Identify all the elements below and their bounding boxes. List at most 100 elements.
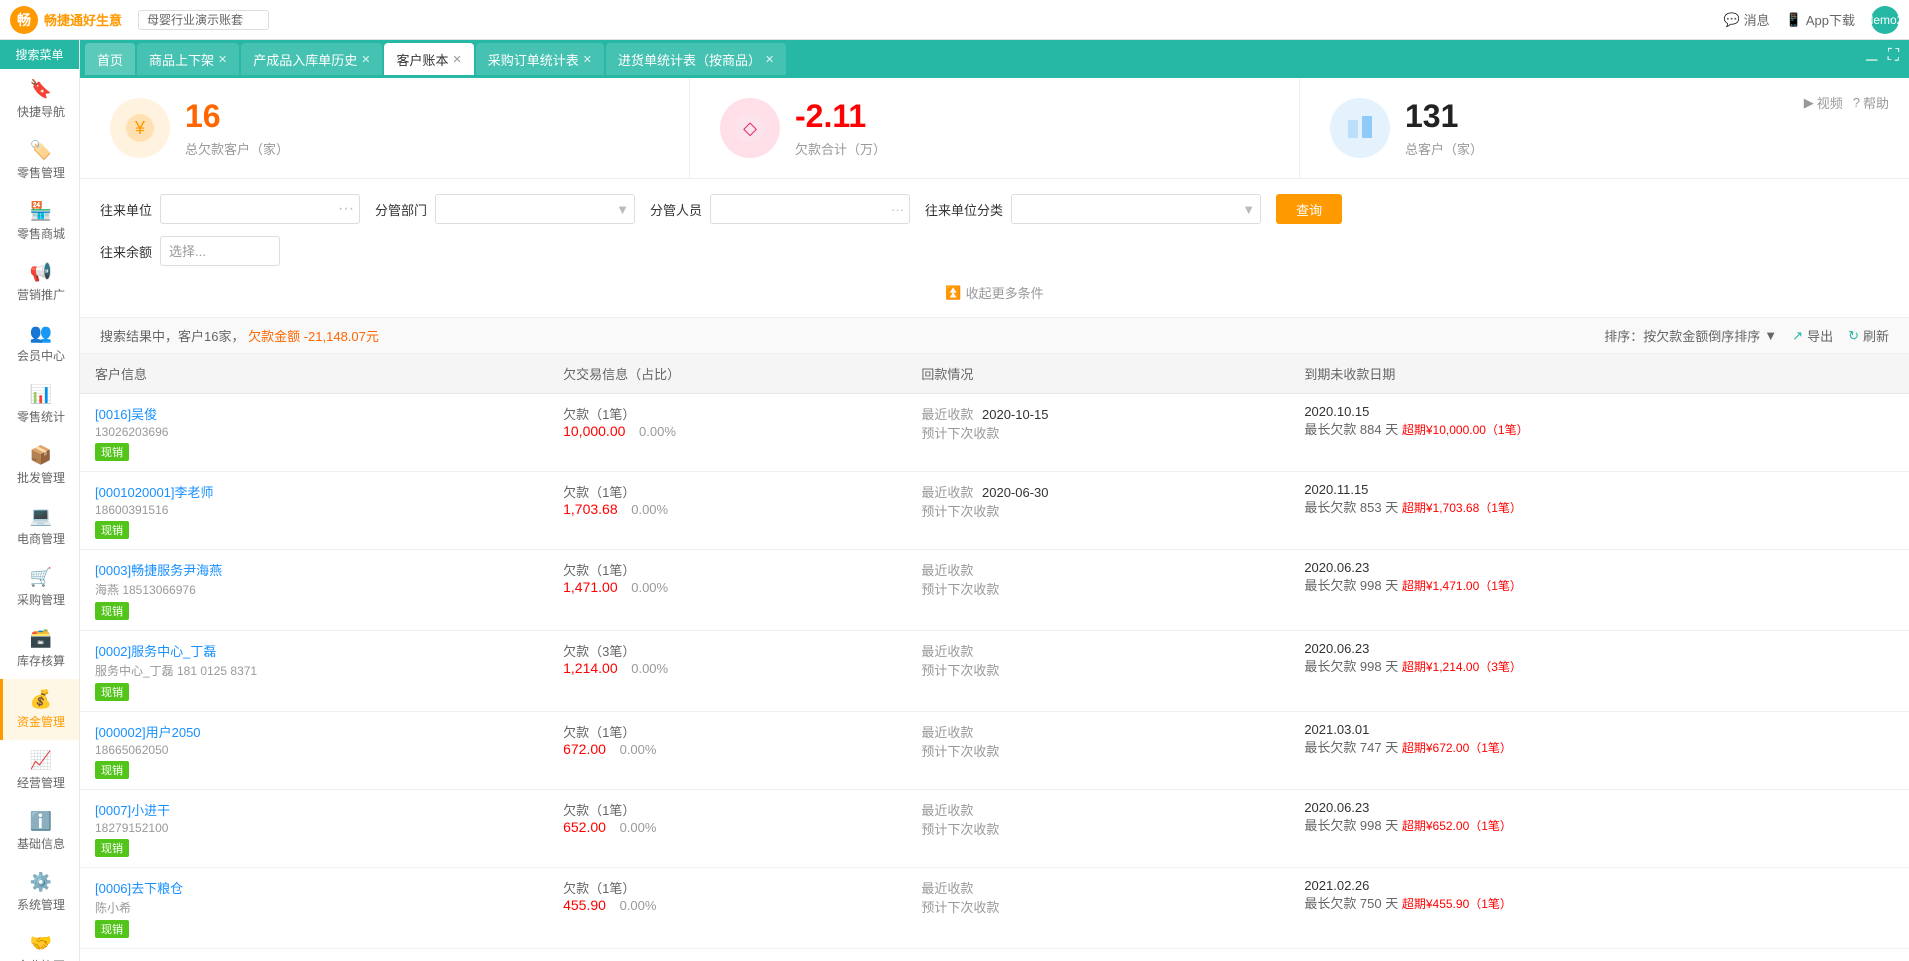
table-row: [0001020001]李老师 18600391516 现销 欠款（1笔） 1,… bbox=[80, 472, 1909, 550]
overdue-link-6[interactable]: 超期¥455.90（1笔） bbox=[1402, 897, 1512, 911]
next-pay-3: 预计下次收款 bbox=[921, 660, 1274, 679]
maximize-icon[interactable]: ⛶ bbox=[1888, 47, 1899, 71]
debt-amount-1[interactable]: 1,703.68 bbox=[563, 501, 618, 517]
tab-close-purchase[interactable]: ✕ bbox=[583, 53, 592, 66]
tab-import[interactable]: 进货单统计表（按商品） ✕ bbox=[606, 43, 786, 75]
tab-production[interactable]: 产成品入库单历史 ✕ bbox=[241, 43, 382, 75]
debt-amount-0[interactable]: 10,000.00 bbox=[563, 423, 625, 439]
tab-account[interactable]: 客户账本 ✕ bbox=[384, 43, 473, 75]
customer-name-3[interactable]: [0002]服务中心_丁磊 bbox=[95, 641, 533, 660]
minimize-icon[interactable]: － bbox=[1864, 47, 1880, 71]
tab-close-products[interactable]: ✕ bbox=[218, 53, 227, 66]
cell-payment-0: 最近收款 2020-10-15 预计下次收款 bbox=[906, 394, 1289, 472]
sidebar-item-retail-mgmt[interactable]: 🏷️ 零售管理 bbox=[0, 130, 79, 191]
customer-name-1[interactable]: [0001020001]李老师 bbox=[95, 482, 533, 501]
sidebar-item-ecommerce[interactable]: 💻 电商管理 bbox=[0, 496, 79, 557]
sidebar-item-batch-mgmt[interactable]: 📦 批发管理 bbox=[0, 435, 79, 496]
sidebar-item-inventory[interactable]: 🗃️ 库存核算 bbox=[0, 618, 79, 679]
customer-tag-1: 现销 bbox=[95, 521, 129, 539]
sidebar-item-enterprise[interactable]: 🤝 企业协同 bbox=[0, 923, 79, 961]
overdue-link-5[interactable]: 超期¥652.00（1笔） bbox=[1402, 819, 1512, 833]
filter-vendor-dots[interactable]: ··· bbox=[338, 200, 354, 218]
debt-count-3: 欠款（3笔） bbox=[563, 641, 891, 660]
sort-label[interactable]: 排序：按欠款金额倒序排序 ▼ bbox=[1604, 326, 1777, 345]
debt-percent-3: 0.00% bbox=[631, 661, 668, 676]
export-btn[interactable]: ↗ 导出 bbox=[1792, 326, 1833, 345]
phone-icon: 📱 bbox=[1786, 12, 1802, 28]
customer-tag-5: 现销 bbox=[95, 839, 129, 857]
debt-amount-6[interactable]: 455.90 bbox=[563, 897, 606, 913]
debt-amount-row-5: 652.00 0.00% bbox=[563, 819, 891, 835]
filter-vendor-input[interactable] bbox=[160, 194, 360, 224]
tab-close-production[interactable]: ✕ bbox=[361, 53, 370, 66]
table-row: [000001]黄思源 13552700226 现销 欠款（1笔） 429.00… bbox=[80, 949, 1909, 961]
refresh-btn[interactable]: ↻ 刷新 bbox=[1848, 326, 1889, 345]
logo-area: 畅 畅捷通好生意 母婴行业演示账套 bbox=[10, 6, 269, 34]
customer-name-4[interactable]: [000002]用户2050 bbox=[95, 722, 533, 741]
customer-name-5[interactable]: [0007]小进干 bbox=[95, 800, 533, 819]
cell-customer-6: [0006]去下粮仓 陈小希 现销 bbox=[80, 868, 548, 949]
overdue-link-4[interactable]: 超期¥672.00（1笔） bbox=[1402, 741, 1512, 755]
tab-purchase[interactable]: 采购订单统计表 ✕ bbox=[476, 43, 604, 75]
sidebar-item-finance[interactable]: 💰 资金管理 bbox=[0, 679, 79, 740]
next-pay-0: 预计下次收款 bbox=[921, 423, 1274, 442]
tab-close-import[interactable]: ✕ bbox=[765, 53, 774, 66]
summary-info-1: 16 总欠款客户（家） bbox=[185, 98, 289, 158]
sidebar-item-quick-nav[interactable]: 🔖 快捷导航 bbox=[0, 69, 79, 130]
filter-dept-input[interactable] bbox=[435, 194, 635, 224]
overdue-link-1[interactable]: 超期¥1,703.68（1笔） bbox=[1402, 501, 1522, 515]
sidebar-item-member[interactable]: 👥 会员中心 bbox=[0, 313, 79, 374]
search-menu[interactable]: 搜索菜单 bbox=[0, 40, 79, 69]
cell-debt-5: 欠款（1笔） 652.00 0.00% bbox=[548, 790, 906, 868]
debt-amount-5[interactable]: 652.00 bbox=[563, 819, 606, 835]
logo-icon: 畅 bbox=[10, 6, 38, 34]
table-row: [000002]用户2050 18665062050 现销 欠款（1笔） 672… bbox=[80, 712, 1909, 790]
sidebar-item-purchase[interactable]: 🛒 采购管理 bbox=[0, 557, 79, 618]
message-btn[interactable]: 💬 消息 bbox=[1723, 10, 1769, 29]
cell-due-2: 2020.06.23 最长欠款 998 天 超期¥1,471.00（1笔） bbox=[1289, 550, 1909, 631]
overdue-link-2[interactable]: 超期¥1,471.00（1笔） bbox=[1402, 579, 1522, 593]
sidebar-item-system[interactable]: ⚙️ 系统管理 bbox=[0, 862, 79, 923]
cell-customer-7: [000001]黄思源 13552700226 现销 bbox=[80, 949, 548, 961]
debt-count-1: 欠款（1笔） bbox=[563, 482, 891, 501]
debt-percent-5: 0.00% bbox=[620, 820, 657, 835]
debt-amount-3[interactable]: 1,214.00 bbox=[563, 660, 618, 676]
customer-name-6[interactable]: [0006]去下粮仓 bbox=[95, 878, 533, 897]
due-date-4: 2021.03.01 bbox=[1304, 722, 1894, 737]
tab-products[interactable]: 商品上下架 ✕ bbox=[137, 43, 239, 75]
debt-amount-4[interactable]: 672.00 bbox=[563, 741, 606, 757]
bookmark-icon: 🔖 bbox=[30, 79, 52, 100]
tabs-right: － ⛶ bbox=[1864, 47, 1904, 71]
avatar[interactable]: demo2 bbox=[1871, 6, 1899, 34]
debt-count-2: 欠款（1笔） bbox=[563, 560, 891, 579]
customer-name-2[interactable]: [0003]畅捷服务尹海燕 bbox=[95, 560, 533, 579]
query-button[interactable]: 查询 bbox=[1276, 194, 1342, 224]
overdue-link-3[interactable]: 超期¥1,214.00（3笔） bbox=[1402, 660, 1522, 674]
customer-name-0[interactable]: [0016]吴俊 bbox=[95, 404, 533, 423]
collapse-button[interactable]: ⏫ 收起更多条件 bbox=[100, 278, 1889, 312]
sidebar-item-operations[interactable]: 📈 经营管理 bbox=[0, 740, 79, 801]
app-download-btn[interactable]: 📱 App下载 bbox=[1786, 10, 1855, 29]
filter-person-input[interactable] bbox=[710, 194, 910, 224]
next-pay-5: 预计下次收款 bbox=[921, 819, 1274, 838]
sidebar-item-retail-mall[interactable]: 🏪 零售商城 bbox=[0, 191, 79, 252]
cell-payment-3: 最近收款 预计下次收款 bbox=[906, 631, 1289, 712]
mall-icon: 🏪 bbox=[30, 201, 52, 222]
debt-total-num: -2.11 bbox=[795, 98, 886, 135]
debt-total-label: 欠款合计（万） bbox=[795, 139, 886, 158]
overdue-link-0[interactable]: 超期¥10,000.00（1笔） bbox=[1402, 423, 1529, 437]
help-btn[interactable]: ? 帮助 bbox=[1853, 93, 1889, 112]
cell-payment-1: 最近收款 2020-06-30 预计下次收款 bbox=[906, 472, 1289, 550]
filter-balance-select[interactable]: 选择... bbox=[160, 236, 280, 266]
video-btn[interactable]: ▶ 视频 bbox=[1804, 93, 1843, 112]
tab-close-account[interactable]: ✕ bbox=[453, 53, 462, 66]
tab-home[interactable]: 首页 bbox=[85, 43, 135, 75]
sidebar-item-basic-info[interactable]: ℹ️ 基础信息 bbox=[0, 801, 79, 862]
person-dots[interactable]: ··· bbox=[891, 202, 904, 217]
sidebar-item-marketing[interactable]: 📢 营销推广 bbox=[0, 252, 79, 313]
sidebar-item-retail-stats[interactable]: 📊 零售统计 bbox=[0, 374, 79, 435]
debt-amount-2[interactable]: 1,471.00 bbox=[563, 579, 618, 595]
next-pay-4: 预计下次收款 bbox=[921, 741, 1274, 760]
filter-category-input[interactable] bbox=[1011, 194, 1261, 224]
company-select[interactable]: 母婴行业演示账套 bbox=[138, 10, 269, 30]
